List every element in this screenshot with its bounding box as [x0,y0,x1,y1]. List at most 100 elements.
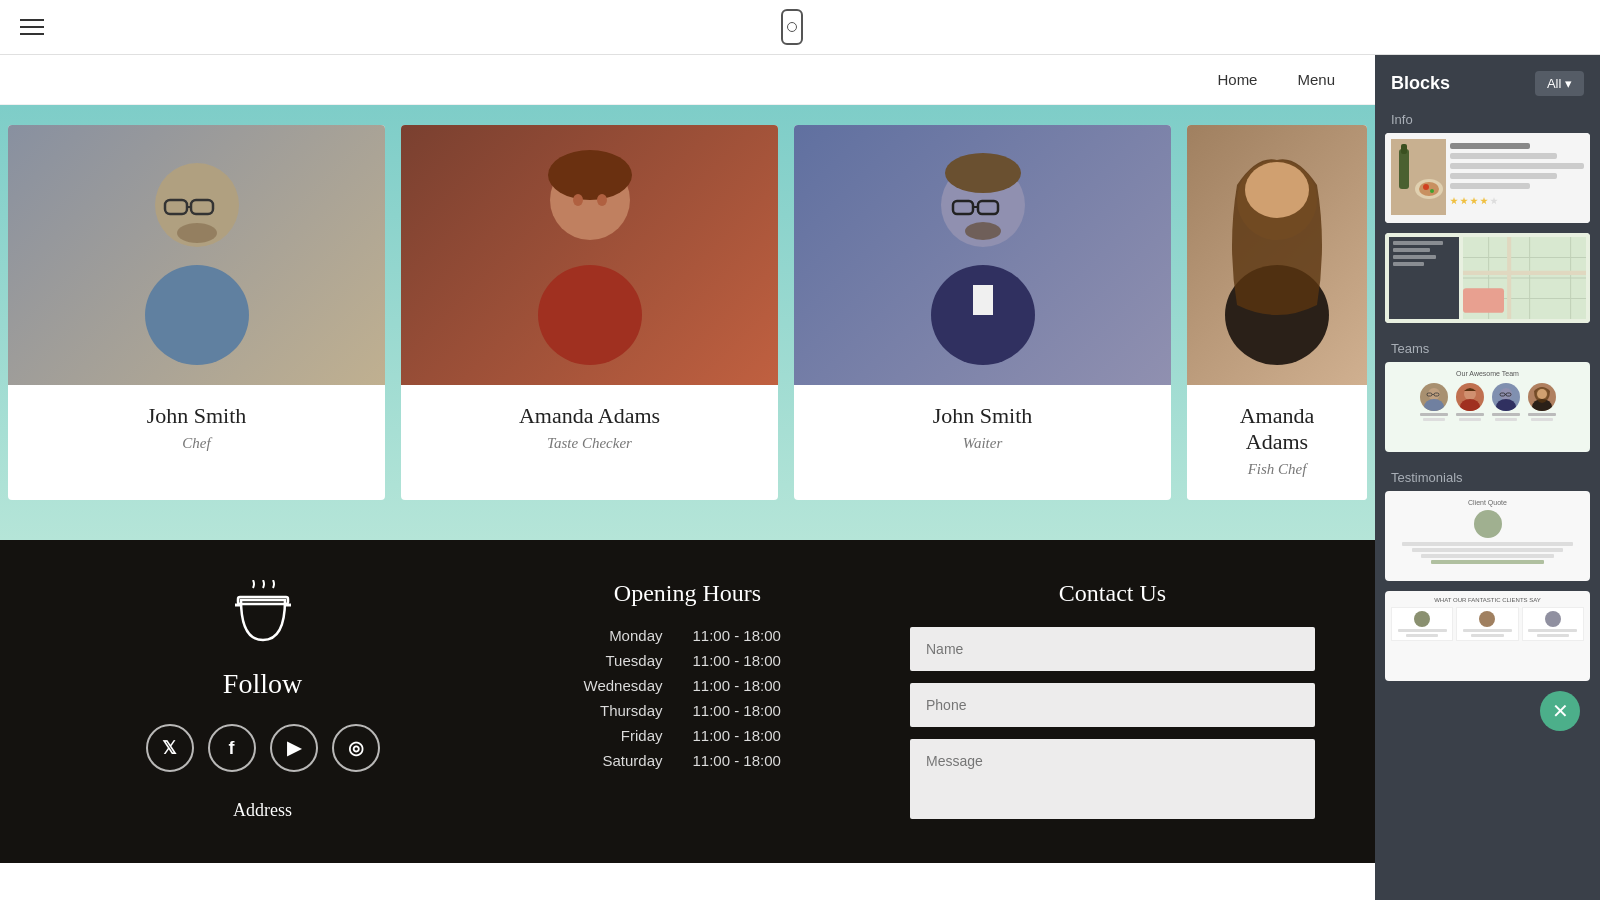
svg-rect-18 [973,285,993,315]
preview-quote-avatar [1474,510,1502,538]
svg-rect-41 [1463,288,1504,313]
svg-point-9 [573,194,583,206]
time-saturday: 11:00 - 18:00 [693,752,813,769]
hours-monday: Monday 11:00 - 18:00 [485,627,890,644]
hours-thursday: Thursday 11:00 - 18:00 [485,702,890,719]
pot-icon [233,580,293,658]
address-label: Address [233,800,292,821]
team-grid: John Smith Chef [0,125,1375,500]
time-wednesday: 11:00 - 18:00 [693,677,813,694]
close-sidebar-button[interactable]: ✕ [1540,691,1580,731]
team-card-1[interactable]: John Smith Chef [8,125,385,500]
time-friday: 11:00 - 18:00 [693,727,813,744]
team-card-4-info: Amanda Adams Fish Chef [1187,385,1367,500]
day-tuesday: Tuesday [563,652,663,669]
preview-text-lines-1 [1450,139,1584,217]
team-card-2[interactable]: Amanda Adams Taste Checker [401,125,778,500]
opening-hours-title: Opening Hours [485,580,890,607]
team-section: John Smith Chef [0,105,1375,540]
svg-point-29 [1419,182,1439,196]
team-role-1: Chef [28,435,365,452]
team-card-4[interactable]: Amanda Adams Fish Chef [1187,125,1367,500]
svg-point-50 [1496,399,1516,411]
day-monday: Monday [563,627,663,644]
sidebar-block-testimonials-multi[interactable]: WHAT OUR FANTASTIC CLIENTS SAY [1385,591,1590,681]
right-sidebar: Blocks All ▾ Info [1375,55,1600,900]
team-name-4: Amanda Adams [1207,403,1347,455]
nav-menu[interactable]: Menu [1297,71,1335,88]
preview-quote-lines [1393,542,1582,564]
sidebar-section-teams: Teams [1375,333,1600,362]
svg-point-30 [1423,184,1429,190]
preview-avatar-2 [1454,383,1486,421]
team-card-3[interactable]: John Smith Waiter [794,125,1171,500]
preview-multi-row [1391,607,1584,641]
preview-multi-card-2 [1456,607,1518,641]
svg-point-5 [177,223,217,243]
footer-follow-col: Follow 𝕏 f ▶ ◎ Address [60,580,465,823]
top-bar [0,0,1600,55]
canvas-area: Home Menu [0,55,1375,900]
preview-map-block [1385,233,1590,323]
site-nav: Home Menu [0,55,1375,105]
team-name-1: John Smith [28,403,365,429]
sidebar-title: Blocks [1391,73,1450,94]
twitter-button[interactable]: 𝕏 [146,724,194,772]
sidebar-section-testimonials: Testimonials [1375,462,1600,491]
preview-multi-card-3 [1522,607,1584,641]
all-filter-button[interactable]: All ▾ [1535,71,1584,96]
sidebar-footer: ✕ [1375,691,1600,751]
main-layout: Home Menu [0,55,1600,900]
svg-point-16 [945,153,1021,193]
phone-icon [781,9,803,45]
team-name-2: Amanda Adams [421,403,758,429]
facebook-button[interactable]: f [208,724,256,772]
hours-saturday: Saturday 11:00 - 18:00 [485,752,890,769]
svg-point-10 [597,194,607,206]
team-card-3-info: John Smith Waiter [794,385,1171,474]
hamburger-menu[interactable] [20,19,44,35]
follow-text: Follow [223,668,302,700]
svg-point-17 [965,222,1001,240]
sidebar-block-testimonial-single[interactable]: Client Quote [1385,491,1590,581]
team-card-1-info: John Smith Chef [8,385,385,474]
site-footer: Follow 𝕏 f ▶ ◎ Address Opening Hours Mon… [0,540,1375,863]
sidebar-section-info: Info [1375,104,1600,133]
preview-map-text [1389,237,1459,319]
instagram-button[interactable]: ◎ [332,724,380,772]
svg-point-48 [1460,399,1480,411]
contact-title: Contact Us [910,580,1315,607]
contact-phone-input[interactable] [910,683,1315,727]
preview-food-image [1391,139,1446,215]
preview-map-visual [1463,237,1586,319]
youtube-button[interactable]: ▶ [270,724,318,772]
preview-multi-title: WHAT OUR FANTASTIC CLIENTS SAY [1391,597,1584,603]
preview-info-restaurant [1385,133,1590,223]
svg-rect-27 [1401,144,1407,154]
svg-rect-26 [1399,149,1409,189]
day-saturday: Saturday [563,752,663,769]
time-tuesday: 11:00 - 18:00 [693,652,813,669]
day-thursday: Thursday [563,702,663,719]
sidebar-block-info-restaurant[interactable] [1385,133,1590,223]
team-role-2: Taste Checker [421,435,758,452]
preview-stars-1 [1450,197,1584,205]
social-icons: 𝕏 f ▶ ◎ [146,724,380,772]
contact-message-input[interactable] [910,739,1315,819]
preview-team-row [1393,383,1582,421]
time-monday: 11:00 - 18:00 [693,627,813,644]
sidebar-block-info-map[interactable] [1385,233,1590,323]
nav-home[interactable]: Home [1217,71,1257,88]
svg-point-7 [538,265,642,365]
team-role-4: Fish Chef [1207,461,1347,478]
day-friday: Friday [563,727,663,744]
sidebar-block-teams[interactable]: Our Awesome Team [1385,362,1590,452]
preview-teams-title: Our Awesome Team [1393,370,1582,377]
contact-name-input[interactable] [910,627,1315,671]
preview-teams-block: Our Awesome Team [1385,362,1590,452]
team-name-3: John Smith [814,403,1151,429]
hours-wednesday: Wednesday 11:00 - 18:00 [485,677,890,694]
time-thursday: 11:00 - 18:00 [693,702,813,719]
svg-point-31 [1430,189,1434,193]
svg-point-8 [548,150,632,200]
